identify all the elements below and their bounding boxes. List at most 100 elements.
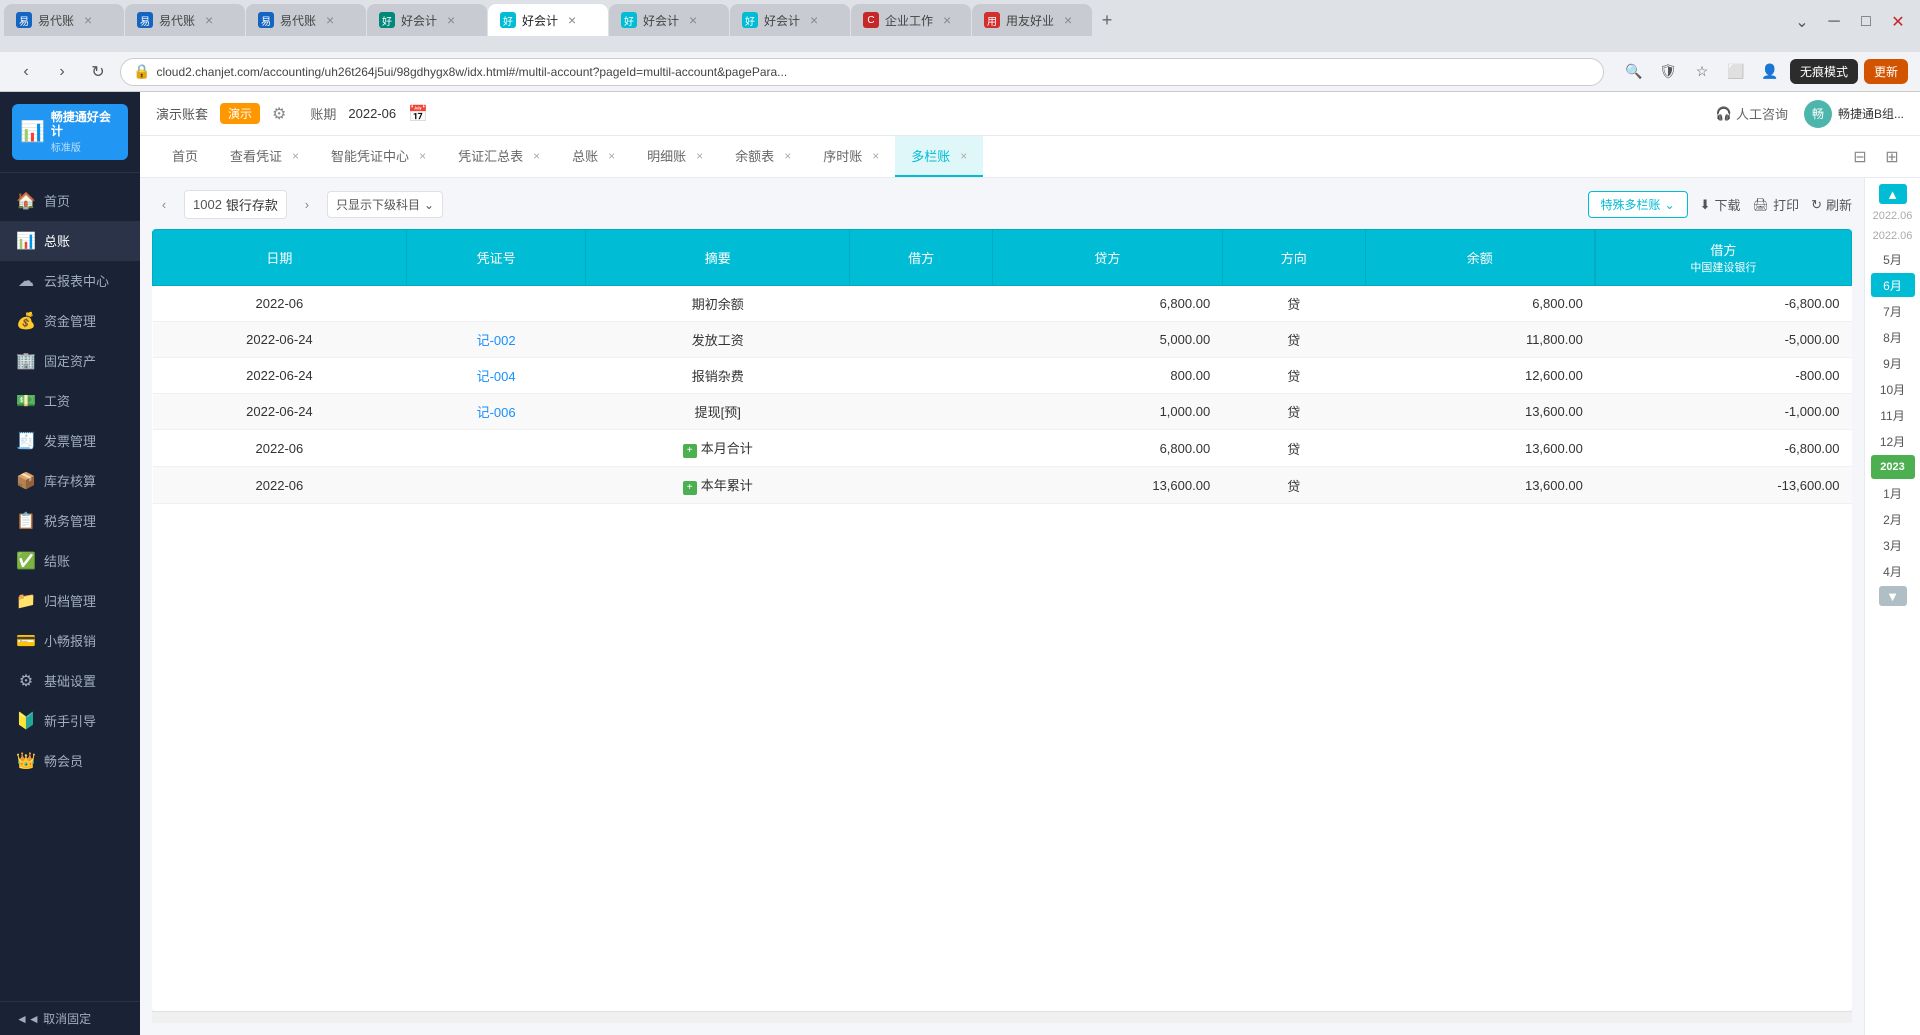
reload-button[interactable]: ↻ (84, 58, 112, 86)
cell-voucher-3[interactable]: 记-006 (406, 394, 586, 430)
calendar-month-5[interactable]: 5月 (1871, 247, 1915, 271)
sidebar-item-invoice[interactable]: 🧾 发票管理 (0, 421, 140, 461)
tab-balance-sheet[interactable]: 余额表 × (719, 136, 807, 177)
calendar-month-6[interactable]: 6月 (1871, 273, 1915, 297)
tab-general-ledger[interactable]: 总账 × (556, 136, 631, 177)
search-icon[interactable]: 🔍 (1620, 58, 1648, 86)
tab-close-3[interactable]: × (326, 12, 334, 28)
sidebar-item-assets[interactable]: 🏢 固定资产 (0, 341, 140, 381)
sidebar-item-inventory[interactable]: 📦 库存核算 (0, 461, 140, 501)
browser-tab-2[interactable]: 易 易代账 × (125, 4, 245, 36)
user-info: 畅 畅捷通B组... (1804, 100, 1904, 128)
browser-tab-1[interactable]: 易 易代账 × (4, 4, 124, 36)
extensions-icon[interactable]: ⬜ (1722, 58, 1750, 86)
calendar-month-2023-4[interactable]: 4月 (1871, 559, 1915, 583)
calendar-month-7[interactable]: 7月 (1871, 299, 1915, 323)
calendar-month-9[interactable]: 9月 (1871, 351, 1915, 375)
sidebar-item-settings[interactable]: ⚙ 基础设置 (0, 661, 140, 701)
sidebar-pin-toggle[interactable]: ◄◄ 取消固定 (0, 1001, 140, 1035)
browser-tab-9[interactable]: 用 用友好业 × (972, 4, 1092, 36)
tab-detail-ledger[interactable]: 明细账 × (631, 136, 719, 177)
calendar-month-8[interactable]: 8月 (1871, 325, 1915, 349)
shield-icon[interactable]: 🛡 (1654, 58, 1682, 86)
sidebar-item-payroll[interactable]: 💵 工资 (0, 381, 140, 421)
update-button[interactable]: 更新 (1864, 59, 1908, 84)
close-window-button[interactable]: ✕ (1884, 8, 1912, 36)
tab-voucher-view-close[interactable]: × (292, 149, 299, 163)
incognito-button[interactable]: 无痕模式 (1790, 59, 1858, 84)
tab-sequence-ledger[interactable]: 序时账 × (807, 136, 895, 177)
tab-multi-col-ledger[interactable]: 多栏账 × (895, 136, 983, 177)
back-button[interactable]: ‹ (12, 58, 40, 86)
account-next-button[interactable]: › (295, 193, 319, 217)
tab-expand-button[interactable]: ⊞ (1880, 145, 1904, 169)
tab-close-8[interactable]: × (943, 12, 951, 28)
cell-balance-2: 12,600.00 (1365, 358, 1595, 394)
browser-tab-8[interactable]: C 企业工作 × (851, 4, 971, 36)
tab-collapse-button[interactable]: ⊟ (1848, 145, 1872, 169)
maximize-button[interactable]: □ (1852, 8, 1880, 36)
tab-general-ledger-close[interactable]: × (608, 149, 615, 163)
calendar-month-10[interactable]: 10月 (1871, 377, 1915, 401)
calendar-scroll-up[interactable]: ▲ (1879, 184, 1907, 204)
tab-list-button[interactable]: ⌄ (1788, 8, 1816, 36)
sidebar-item-guide[interactable]: 🔰 新手引导 (0, 701, 140, 741)
url-bar[interactable]: 🔒 cloud2.chanjet.com/accounting/uh26t264… (120, 58, 1604, 86)
print-button[interactable]: 🖨 打印 (1753, 195, 1800, 214)
browser-tab-6[interactable]: 好 好会计 × (609, 4, 729, 36)
user-profile-icon[interactable]: 👤 (1756, 58, 1784, 86)
horizontal-scrollbar[interactable] (152, 1011, 1852, 1023)
calendar-month-12[interactable]: 12月 (1871, 429, 1915, 453)
account-prev-button[interactable]: ‹ (152, 193, 176, 217)
cell-voucher-1[interactable]: 记-002 (406, 322, 586, 358)
new-tab-button[interactable]: + (1093, 6, 1121, 34)
tab-close-5[interactable]: × (568, 12, 576, 28)
tab-home[interactable]: 首页 (156, 136, 214, 177)
refresh-button[interactable]: ↻ 刷新 (1811, 195, 1852, 214)
calendar-month-2023-2[interactable]: 2月 (1871, 507, 1915, 531)
browser-tab-4[interactable]: 好 好会计 × (367, 4, 487, 36)
star-icon[interactable]: ☆ (1688, 58, 1716, 86)
tab-multi-col-ledger-close[interactable]: × (960, 149, 967, 163)
browser-tab-5[interactable]: 好 好会计 × (488, 4, 608, 36)
filter-select[interactable]: 只显示下级科目 ⌄ (327, 191, 443, 218)
tab-smart-center-close[interactable]: × (419, 149, 426, 163)
calendar-month-2023-1[interactable]: 1月 (1871, 481, 1915, 505)
sidebar-item-reports[interactable]: ☁ 云报表中心 (0, 261, 140, 301)
multi-col-button[interactable]: 特殊多栏账 ⌄ (1588, 191, 1688, 218)
sidebar-item-expense[interactable]: 💳 小畅报销 (0, 621, 140, 661)
settings-gear-icon[interactable]: ⚙ (272, 104, 286, 124)
tab-close-2[interactable]: × (205, 12, 213, 28)
sidebar-item-archive[interactable]: 📁 归档管理 (0, 581, 140, 621)
browser-tab-3[interactable]: 易 易代账 × (246, 4, 366, 36)
sidebar-item-member[interactable]: 👑 畅会员 (0, 741, 140, 781)
tab-close-4[interactable]: × (447, 12, 455, 28)
sidebar-item-home[interactable]: 🏠 首页 (0, 181, 140, 221)
sidebar-item-tax[interactable]: 📋 税务管理 (0, 501, 140, 541)
tab-close-1[interactable]: × (84, 12, 92, 28)
tab-close-6[interactable]: × (689, 12, 697, 28)
sidebar-item-general[interactable]: 📊 总账 (0, 221, 140, 261)
sidebar-item-capital[interactable]: 💰 资金管理 (0, 301, 140, 341)
tab-close-7[interactable]: × (810, 12, 818, 28)
calendar-icon[interactable]: 📅 (408, 104, 428, 124)
tab-voucher-summary[interactable]: 凭证汇总表 × (442, 136, 556, 177)
cell-voucher-2[interactable]: 记-004 (406, 358, 586, 394)
calendar-month-2023-3[interactable]: 3月 (1871, 533, 1915, 557)
tab-voucher-summary-close[interactable]: × (533, 149, 540, 163)
minimize-button[interactable]: ─ (1820, 8, 1848, 36)
sidebar-item-close[interactable]: ✅ 结账 (0, 541, 140, 581)
download-button[interactable]: ⬇ 下载 (1700, 195, 1741, 214)
tab-smart-center[interactable]: 智能凭证中心 × (315, 136, 442, 177)
tab-voucher-view[interactable]: 查看凭证 × (214, 136, 315, 177)
forward-button[interactable]: › (48, 58, 76, 86)
browser-tab-7[interactable]: 好 好会计 × (730, 4, 850, 36)
calendar-scroll-down[interactable]: ▼ (1879, 586, 1907, 606)
tab-detail-ledger-close[interactable]: × (696, 149, 703, 163)
tab-sequence-ledger-close[interactable]: × (872, 149, 879, 163)
tab-close-9[interactable]: × (1064, 12, 1072, 28)
calendar-month-11[interactable]: 11月 (1871, 403, 1915, 427)
account-selector[interactable]: 1002 银行存款 (184, 190, 287, 219)
service-button[interactable]: 🎧 人工咨询 (1716, 104, 1788, 123)
tab-balance-sheet-close[interactable]: × (784, 149, 791, 163)
